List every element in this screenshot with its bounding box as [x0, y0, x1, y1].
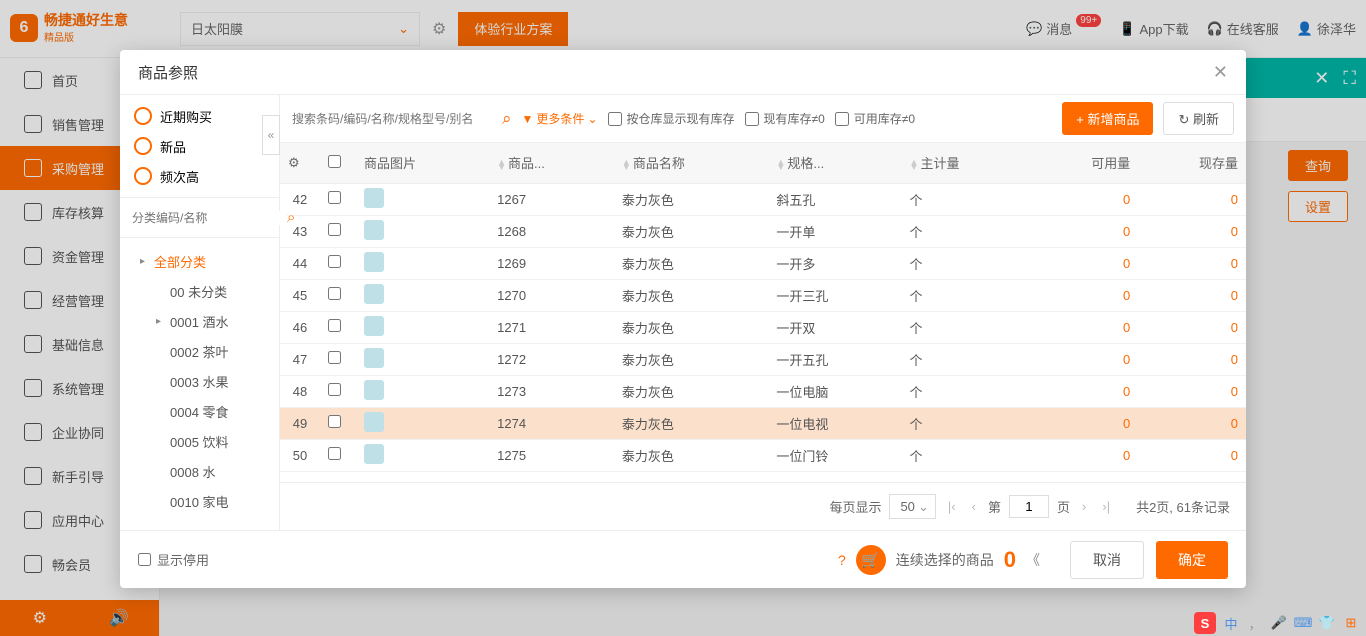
- close-icon[interactable]: ✕: [1213, 62, 1228, 83]
- row-checkbox[interactable]: [328, 223, 341, 236]
- category-all[interactable]: ▸全部分类: [120, 246, 279, 276]
- table-row[interactable]: 441269泰力灰色一开多个00: [280, 247, 1246, 279]
- category-item[interactable]: 0005 饮料: [120, 426, 279, 456]
- pager-prev[interactable]: ‹: [968, 499, 980, 514]
- ime-sogou-icon[interactable]: S: [1194, 612, 1216, 634]
- table-row[interactable]: 491274泰力灰色一位电视个00: [280, 407, 1246, 439]
- category-search: ⌕: [120, 198, 279, 238]
- more-conditions[interactable]: ▼ 更多条件 ⌄: [522, 110, 598, 127]
- category-item[interactable]: 0003 水果: [120, 366, 279, 396]
- refresh-button[interactable]: ↻ 刷新: [1163, 102, 1234, 135]
- ime-icon[interactable]: ，: [1246, 614, 1264, 632]
- category-item[interactable]: ▸0001 酒水: [120, 306, 279, 336]
- category-item[interactable]: 0010 家电: [120, 486, 279, 516]
- product-image: [364, 412, 384, 432]
- table-row[interactable]: 471272泰力灰色一开五孔个00: [280, 343, 1246, 375]
- page-size-select[interactable]: 50: [889, 494, 935, 519]
- product-image: [364, 284, 384, 304]
- ime-icon[interactable]: ⊞: [1342, 614, 1360, 632]
- row-checkbox[interactable]: [328, 191, 341, 204]
- collapse-handle[interactable]: «: [262, 115, 280, 155]
- col-image[interactable]: 商品图片: [356, 143, 489, 183]
- table-row[interactable]: 431268泰力灰色一开单个00: [280, 215, 1246, 247]
- category-item[interactable]: 0002 茶叶: [120, 336, 279, 366]
- pager-total: 共2页, 61条记录: [1136, 497, 1230, 516]
- modal-footer: 显示停用 ? 🛒 连续选择的商品 0 《 取消 确定: [120, 530, 1246, 588]
- selected-count: 0: [1004, 547, 1016, 573]
- table-row[interactable]: 461271泰力灰色一开双个00: [280, 311, 1246, 343]
- category-item[interactable]: 0008 水: [120, 456, 279, 486]
- product-image: [364, 380, 384, 400]
- col-name[interactable]: ▲▼商品名称: [614, 143, 769, 183]
- circle-icon: [134, 137, 152, 155]
- col-code[interactable]: ▲▼商品...: [489, 143, 614, 183]
- pager: 每页显示 50 |‹ ‹ 第 页 › ›| 共2页, 61条记录: [280, 482, 1246, 530]
- chevron-up-icon[interactable]: 《: [1026, 550, 1040, 570]
- col-stock[interactable]: 现存量: [1138, 143, 1246, 183]
- product-image: [364, 252, 384, 272]
- select-all-checkbox[interactable]: [328, 155, 341, 168]
- pager-next[interactable]: ›: [1078, 499, 1090, 514]
- row-checkbox[interactable]: [328, 319, 341, 332]
- row-checkbox[interactable]: [328, 351, 341, 364]
- row-checkbox[interactable]: [328, 383, 341, 396]
- page-input[interactable]: [1009, 495, 1049, 518]
- refresh-icon: ↻: [1178, 112, 1193, 127]
- table-row[interactable]: 451270泰力灰色一开三孔个00: [280, 279, 1246, 311]
- chk-stock-nonzero[interactable]: 现有库存≠0: [745, 110, 825, 127]
- category-item[interactable]: 00 未分类: [120, 276, 279, 306]
- ime-icon[interactable]: 👕: [1318, 614, 1336, 632]
- row-checkbox[interactable]: [328, 287, 341, 300]
- category-item[interactable]: 0004 零食: [120, 396, 279, 426]
- filter-icon: ▼: [522, 112, 534, 126]
- product-search-input[interactable]: [292, 112, 492, 126]
- modal-title: 商品参照: [138, 62, 198, 83]
- add-product-button[interactable]: + 新增商品: [1062, 102, 1153, 135]
- search-icon[interactable]: ⌕: [287, 209, 295, 226]
- help-icon[interactable]: ?: [838, 552, 846, 568]
- ok-button[interactable]: 确定: [1156, 541, 1228, 579]
- row-checkbox[interactable]: [328, 415, 341, 428]
- category-search-input[interactable]: [132, 211, 287, 225]
- row-checkbox[interactable]: [328, 255, 341, 268]
- pager-last[interactable]: ›|: [1098, 499, 1114, 514]
- ime-bar: S 中 ， 🎤 ⌨ 👕 ⊞: [1194, 612, 1360, 634]
- chevron-down-icon: ⌄: [587, 112, 597, 126]
- quick-filter[interactable]: 频次高: [120, 161, 279, 191]
- circle-icon: [134, 107, 152, 125]
- col-spec[interactable]: ▲▼规格...: [768, 143, 901, 183]
- table-row[interactable]: 501275泰力灰色一位门铃个00: [280, 439, 1246, 471]
- table-row[interactable]: 481273泰力灰色一位电脑个00: [280, 375, 1246, 407]
- filter-bar: ⌕ ▼ 更多条件 ⌄ 按仓库显示现有库存 现有库存≠0 可用库存≠0 + 新增商…: [280, 95, 1246, 143]
- col-unit[interactable]: ▲▼主计量: [902, 143, 1031, 183]
- quick-filter[interactable]: 近期购买: [120, 101, 279, 131]
- row-checkbox[interactable]: [328, 447, 341, 460]
- modal-sidebar: « 近期购买新品频次高 ⌕ ▸全部分类00 未分类▸0001 酒水0002 茶叶…: [120, 95, 280, 530]
- modal-header: 商品参照 ✕: [120, 50, 1246, 95]
- search-icon[interactable]: ⌕: [502, 109, 512, 129]
- ime-icon[interactable]: 🎤: [1270, 614, 1288, 632]
- cart-icon[interactable]: 🛒: [856, 545, 886, 575]
- product-image: [364, 444, 384, 464]
- cancel-button[interactable]: 取消: [1070, 541, 1144, 579]
- ime-icon[interactable]: 中: [1222, 614, 1240, 632]
- product-table: ⚙ 商品图片 ▲▼商品... ▲▼商品名称 ▲▼规格... ▲▼主计量 可用量 …: [280, 143, 1246, 472]
- ime-icon[interactable]: ⌨: [1294, 614, 1312, 632]
- quick-filter[interactable]: 新品: [120, 131, 279, 161]
- chk-avail-nonzero[interactable]: 可用库存≠0: [835, 110, 915, 127]
- modal-main: ⌕ ▼ 更多条件 ⌄ 按仓库显示现有库存 现有库存≠0 可用库存≠0 + 新增商…: [280, 95, 1246, 530]
- show-disabled-checkbox[interactable]: 显示停用: [138, 550, 209, 569]
- pager-first[interactable]: |‹: [944, 499, 960, 514]
- product-image: [364, 188, 384, 208]
- col-avail[interactable]: 可用量: [1031, 143, 1139, 183]
- product-reference-modal: 商品参照 ✕ « 近期购买新品频次高 ⌕ ▸全部分类00 未分类▸0001 酒水…: [120, 50, 1246, 588]
- product-image: [364, 348, 384, 368]
- circle-icon: [134, 167, 152, 185]
- product-image: [364, 220, 384, 240]
- product-image: [364, 316, 384, 336]
- gear-icon[interactable]: ⚙: [288, 155, 300, 170]
- chk-by-warehouse[interactable]: 按仓库显示现有库存: [608, 110, 735, 127]
- table-row[interactable]: 421267泰力灰色斜五孔个00: [280, 183, 1246, 215]
- table-wrap[interactable]: ⚙ 商品图片 ▲▼商品... ▲▼商品名称 ▲▼规格... ▲▼主计量 可用量 …: [280, 143, 1246, 482]
